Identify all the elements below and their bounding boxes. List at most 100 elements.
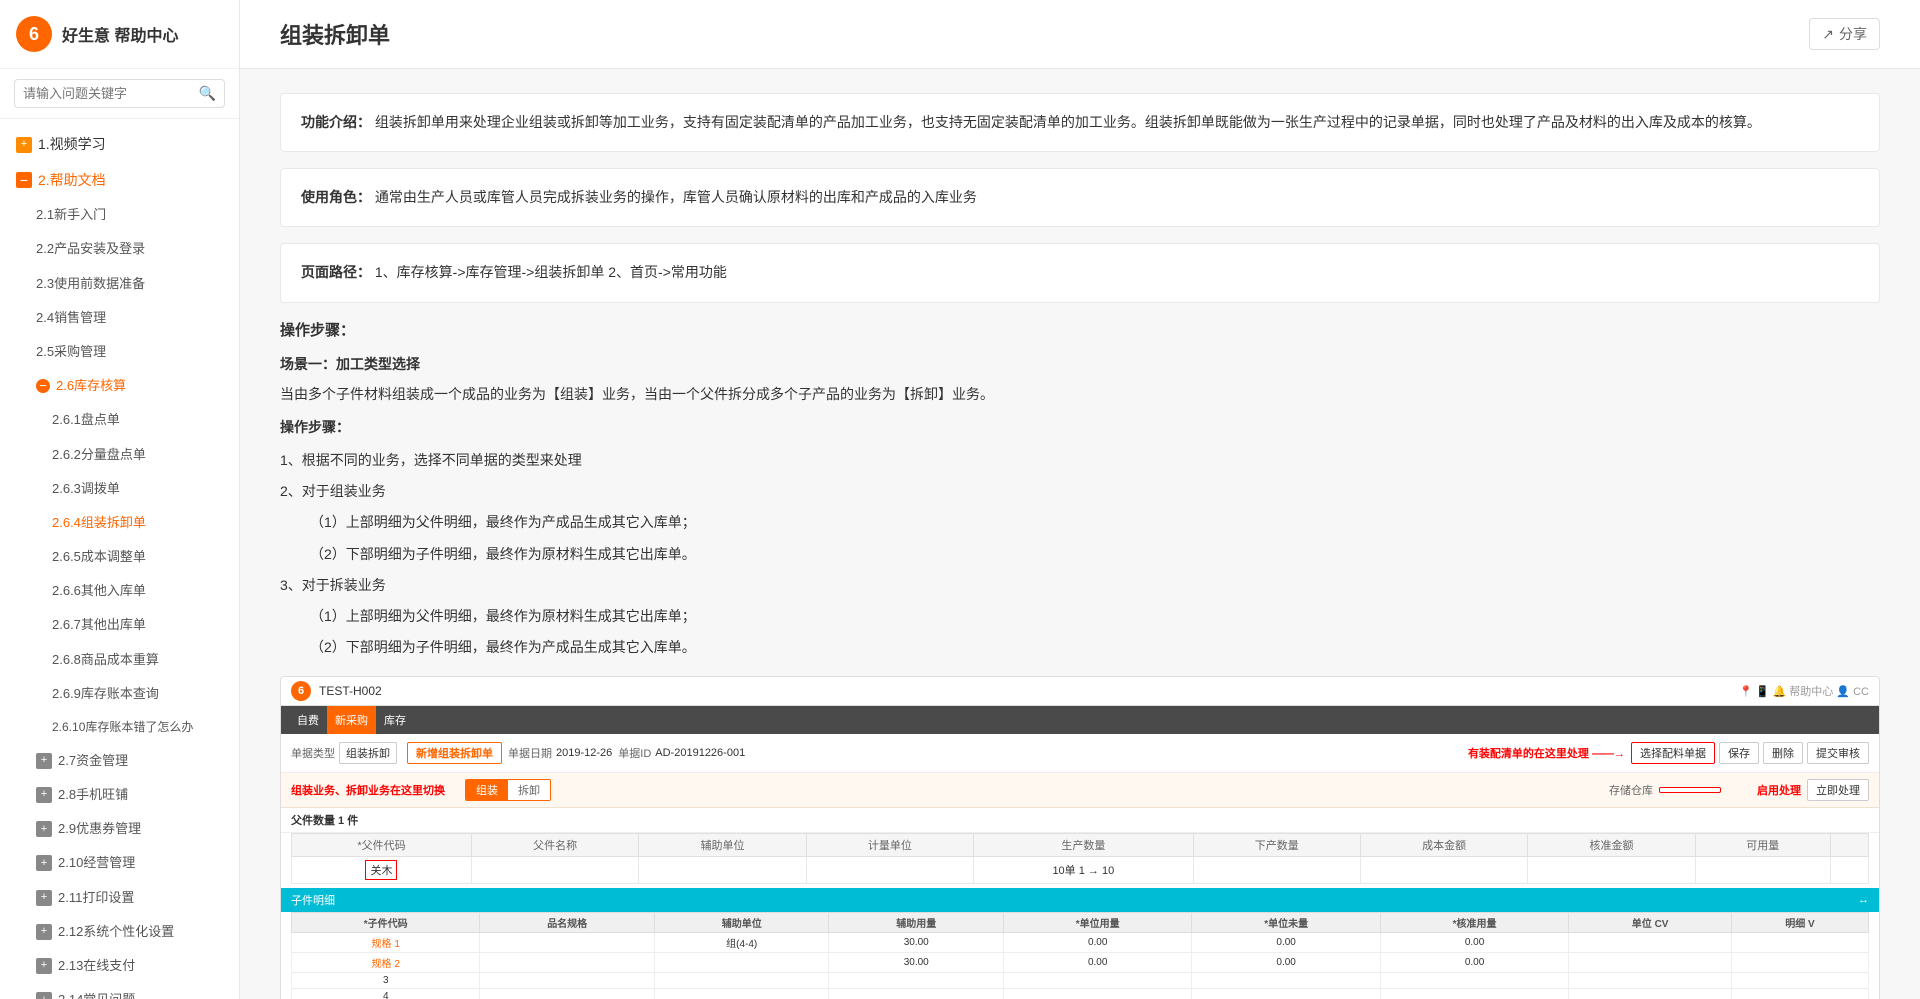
scene1-title: 场景一：加工类型选择 — [280, 354, 1880, 374]
role-text: 通常由生产人员或库管人员完成拆装业务的操作，库管人员确认原材料的出库和产成品的入… — [375, 189, 977, 205]
table-row: 规格 2 30.00 0.00 0.00 0.00 — [292, 953, 1869, 973]
search-input[interactable] — [23, 86, 199, 101]
role-label: 使用角色： — [301, 189, 371, 205]
steps-title: 操作步骤： — [280, 319, 1880, 340]
plus-icon-7: + — [36, 924, 52, 940]
mock-store-input[interactable] — [1659, 787, 1721, 793]
mock-nav-kucun[interactable]: 库存 — [376, 706, 414, 734]
sidebar-item-stocktake[interactable]: 2.6.1盘点单 — [0, 403, 239, 437]
main-header: 组装拆卸单 ↗ 分享 — [240, 0, 1920, 69]
sidebar-item-video[interactable]: + 1.视频学习 — [0, 127, 239, 163]
mock-type-value: 组装拆卸 — [339, 742, 397, 764]
logo-area: 6 好生意 帮助中心 — [0, 0, 239, 69]
td-appr — [1528, 857, 1695, 884]
td-r2-name — [480, 953, 655, 973]
search-wrap: 🔍 — [14, 79, 225, 108]
td-r1-det — [1731, 933, 1868, 953]
td-name — [471, 857, 638, 884]
sidebar-item-inventory[interactable]: − 2.6库存核算 — [0, 369, 239, 403]
td-r2-aq: 30.00 — [829, 953, 1004, 973]
th-parent-code: *父件代码 — [292, 834, 472, 857]
th-child-cv: 单位 CV — [1569, 913, 1732, 933]
sidebar-item-online-pay[interactable]: + 2.13在线支付 — [0, 949, 239, 983]
steps-intro: 操作步骤： — [280, 415, 1880, 440]
td-code-inner[interactable]: 关木 — [365, 860, 397, 880]
sidebar-item-adjust[interactable]: 2.6.3调拨单 — [0, 472, 239, 506]
th-avail: 可用量 — [1695, 834, 1830, 857]
sidebar-item-faq[interactable]: + 2.14常见问题 — [0, 983, 239, 999]
sidebar-item-finance[interactable]: + 2.7资金管理 — [0, 744, 239, 778]
screenshot-mockup: 6 TEST-H002 📍 📱 🔔 帮助中心 👤 CC 自费 新采购 库存 单据… — [280, 676, 1880, 999]
sidebar-item-cost-reset[interactable]: 2.6.8商品成本重算 — [0, 643, 239, 677]
mock-lower-table-wrap: *子件代码 品名规格 辅助单位 辅助用量 *单位用量 *单位未量 *核准用量 单… — [281, 912, 1879, 999]
sidebar-item-data-prep[interactable]: 2.3使用前数据准备 — [0, 267, 239, 301]
sidebar-item-new-user[interactable]: 2.1新手入门 — [0, 198, 239, 232]
sidebar-item-other-in[interactable]: 2.6.6其他入库单 — [0, 574, 239, 608]
step3: 3、对于拆装业务 — [280, 573, 1880, 598]
td-r1-aq: 30.00 — [829, 933, 1004, 953]
sidebar-item-cost-adjust[interactable]: 2.6.5成本调整单 — [0, 540, 239, 574]
sidebar-item-stock-divide[interactable]: 2.6.2分量盘点单 — [0, 438, 239, 472]
sidebar-item-purchase[interactable]: 2.5采购管理 — [0, 335, 239, 369]
mock-system-id: TEST-H002 — [319, 684, 382, 698]
th-actions — [1830, 834, 1868, 857]
role-block: 使用角色： 通常由生产人员或库管人员完成拆装业务的操作，库管人员确认原材料的出库… — [280, 168, 1880, 227]
mock-tab-disassemble[interactable]: 拆卸 — [508, 780, 550, 800]
td-r2-uq: 0.00 — [1003, 953, 1191, 973]
mock-upper-table: *父件代码 父件名称 辅助单位 计量单位 生产数量 下产数量 成本金额 核准金额… — [291, 833, 1869, 884]
sidebar: 6 好生意 帮助中心 🔍 + 1.视频学习 − 2.帮助文档 2.1新手入门 2… — [0, 0, 240, 999]
plus-icon-8: + — [36, 958, 52, 974]
mock-date-value: 2019-12-26 — [556, 747, 612, 759]
logo-text: 好生意 帮助中心 — [62, 22, 178, 46]
mock-save-btn[interactable]: 保存 — [1719, 742, 1759, 764]
th-parent-name: 父件名称 — [471, 834, 638, 857]
sidebar-item-assembly[interactable]: 2.6.4组装拆卸单 — [0, 506, 239, 540]
minus-icon: − — [16, 172, 32, 188]
step2: 2、对于组装业务 — [280, 479, 1880, 504]
mock-id-label: 单据ID — [618, 745, 651, 761]
mock-print-btn[interactable]: 提交审核 — [1807, 742, 1869, 764]
func-intro-label: 功能介绍： — [301, 114, 371, 130]
sidebar-item-sales[interactable]: 2.4销售管理 — [0, 301, 239, 335]
mock-nav-zifei[interactable]: 自费 — [289, 706, 327, 734]
mock-nav-caigou[interactable]: 新采购 — [327, 706, 376, 734]
th-down-qty: 下产数量 — [1193, 834, 1360, 857]
mock-select-bom[interactable]: 选择配料单据 — [1631, 742, 1715, 764]
td-code: 关木 — [292, 857, 472, 884]
sidebar-item-ops[interactable]: + 2.10经营管理 — [0, 846, 239, 880]
path-text: 1、库存核算->库存管理->组装拆卸单 2、首页->常用功能 — [375, 264, 727, 280]
share-icon: ↗ — [1822, 26, 1834, 43]
sidebar-item-coupon[interactable]: + 2.9优惠券管理 — [0, 812, 239, 846]
sidebar-item-docs[interactable]: − 2.帮助文档 — [0, 163, 239, 199]
sidebar-item-mobile[interactable]: + 2.8手机旺铺 — [0, 778, 239, 812]
search-icon[interactable]: 🔍 — [199, 85, 216, 102]
td-r3-code: 3 — [292, 973, 480, 989]
scene1-desc: 当由多个子件材料组装成一个成品的业务为【组装】业务，当由一个父件拆分成多个子产品… — [280, 382, 1880, 407]
mock-date-label: 单据日期 — [508, 745, 552, 761]
mock-process-btn[interactable]: 立即处理 — [1807, 779, 1869, 801]
sidebar-item-stock-query[interactable]: 2.6.9库存账本查询 — [0, 677, 239, 711]
sidebar-item-install[interactable]: 2.2产品安装及登录 — [0, 232, 239, 266]
mock-tab-assemble[interactable]: 组装 — [466, 780, 508, 800]
mock-id-value: AD-20191226-001 — [655, 747, 745, 759]
mock-add-btn[interactable]: 新增组装拆卸单 — [407, 742, 502, 764]
plus-icon-3: + — [36, 787, 52, 803]
plus-icon-5: + — [36, 855, 52, 871]
td-r4-code: 4 — [292, 989, 480, 999]
sidebar-item-stock-wrong[interactable]: 2.6.10库存账本错了怎么办 — [0, 711, 239, 744]
sidebar-item-custom[interactable]: + 2.12系统个性化设置 — [0, 915, 239, 949]
plus-icon-4: + — [36, 821, 52, 837]
td-r2-det — [1731, 953, 1868, 973]
th-child-unit-qty: *单位用量 — [1003, 913, 1191, 933]
mock-lower-icon: ↔ — [1858, 894, 1869, 906]
content-area: 功能介绍： 组装拆卸单用来处理企业组装或拆卸等加工业务，支持有固定装配清单的产品… — [240, 69, 1920, 999]
sidebar-item-other-out[interactable]: 2.6.7其他出库单 — [0, 608, 239, 642]
mock-top-bar: 6 TEST-H002 📍 📱 🔔 帮助中心 👤 CC — [281, 677, 1879, 706]
table-row: 3 — [292, 973, 1869, 989]
mock-lower-section-header: 子件明细 ↔ — [281, 888, 1879, 912]
step3-1: （1）上部明细为父件明细，最终作为原材料生成其它出库单； — [280, 604, 1880, 629]
share-button[interactable]: ↗ 分享 — [1809, 18, 1880, 50]
mock-del-btn[interactable]: 删除 — [1763, 742, 1803, 764]
td-r1-uq: 0.00 — [1003, 933, 1191, 953]
sidebar-item-print[interactable]: + 2.11打印设置 — [0, 881, 239, 915]
